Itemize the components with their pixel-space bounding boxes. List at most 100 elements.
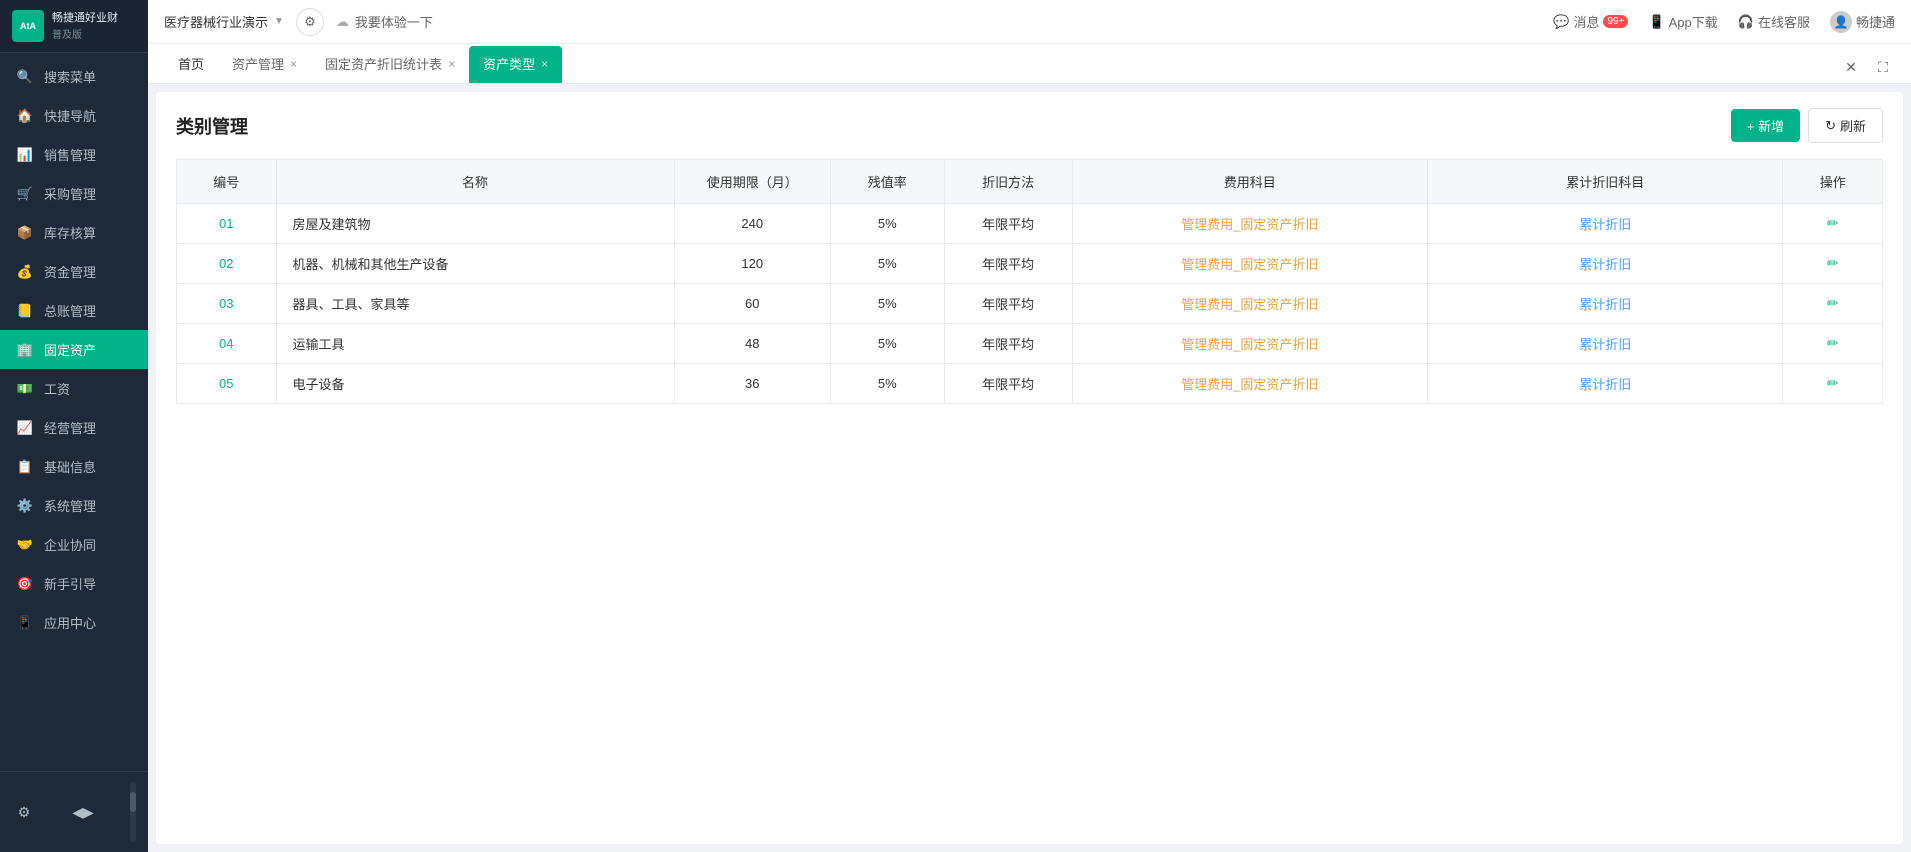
sidebar-icon-quick-nav: 🏠 — [16, 107, 34, 125]
user-btn[interactable]: 👤 畅捷通 — [1830, 11, 1895, 33]
messages-badge: 99+ — [1603, 15, 1628, 28]
sidebar-logo: AtA 畅捷通好业财 普及版 — [0, 0, 148, 53]
sidebar-item-quick-nav[interactable]: 🏠 快捷导航 — [0, 96, 148, 135]
sidebar-icon-search: 🔍 — [16, 68, 34, 86]
logo-version: 普及版 — [52, 26, 118, 41]
sidebar-icon-inventory: 📦 — [16, 224, 34, 242]
new-button[interactable]: + 新增 — [1731, 109, 1800, 142]
col-header-id: 编号 — [177, 160, 277, 204]
cell-method-0: 年限平均 — [944, 204, 1072, 244]
sidebar-item-app-center[interactable]: 📱 应用中心 — [0, 603, 148, 642]
topbar-settings-btn[interactable]: ⚙ — [296, 8, 324, 36]
sidebar-icon-enterprise: 🤝 — [16, 536, 34, 554]
sidebar-label-system: 系统管理 — [44, 496, 96, 515]
cell-residual-1: 5% — [830, 244, 944, 284]
main-content: 医疗器械行业演示 ▼ ⚙ ☁ 我要体验一下 💬 消息 99+ 📱 App下载 — [148, 0, 1911, 852]
table-row: 01 房屋及建筑物 240 5% 年限平均 管理费用_固定资产折旧 累计折旧 ✏ — [177, 204, 1883, 244]
user-label: 畅捷通 — [1856, 12, 1895, 31]
cell-period-3: 48 — [674, 324, 830, 364]
customer-service-btn[interactable]: 🎧 在线客服 — [1738, 12, 1810, 31]
window-maximize-icon[interactable]: ⛶ — [1871, 55, 1895, 79]
page-title: 类别管理 — [176, 113, 248, 139]
tab-depreciation[interactable]: 固定资产折旧统计表 × — [311, 46, 469, 83]
col-header-expense: 费用科目 — [1072, 160, 1427, 204]
cell-depreciation-1: 累计折旧 — [1428, 244, 1783, 284]
sidebar-item-basic-info[interactable]: 📋 基础信息 — [0, 447, 148, 486]
sidebar-item-system[interactable]: ⚙️ 系统管理 — [0, 486, 148, 525]
sidebar-icon-sales: 📊 — [16, 146, 34, 164]
cell-method-4: 年限平均 — [944, 364, 1072, 404]
cell-method-1: 年限平均 — [944, 244, 1072, 284]
sidebar-icon-app-center: 📱 — [16, 614, 34, 632]
cell-action-4: ✏ — [1783, 364, 1883, 404]
sidebar-icon-ledger: 📒 — [16, 302, 34, 320]
sidebar-icon-newbie: 🎯 — [16, 575, 34, 593]
tab-asset-type[interactable]: 资产类型 × — [469, 46, 562, 83]
sidebar-item-operations[interactable]: 📈 经营管理 — [0, 408, 148, 447]
tab-asset-mgmt-label: 资产管理 — [232, 54, 284, 73]
table-row: 03 器具、工具、家具等 60 5% 年限平均 管理费用_固定资产折旧 累计折旧… — [177, 284, 1883, 324]
sidebar-item-newbie[interactable]: 🎯 新手引导 — [0, 564, 148, 603]
cell-residual-4: 5% — [830, 364, 944, 404]
sidebar-item-inventory[interactable]: 📦 库存核算 — [0, 213, 148, 252]
sidebar-item-fixed-asset[interactable]: 🏢 固定资产 — [0, 330, 148, 369]
cell-residual-2: 5% — [830, 284, 944, 324]
col-header-name: 名称 — [276, 160, 674, 204]
sidebar-label-payroll: 工资 — [44, 379, 70, 398]
refresh-button[interactable]: ↻ 刷新 — [1808, 108, 1883, 143]
sidebar-item-enterprise[interactable]: 🤝 企业协同 — [0, 525, 148, 564]
edit-btn-1[interactable]: ✏ — [1827, 255, 1839, 271]
tab-asset-type-close[interactable]: × — [541, 58, 548, 70]
sidebar-label-enterprise: 企业协同 — [44, 535, 96, 554]
window-close-icon[interactable]: ✕ — [1839, 55, 1863, 79]
cell-expense-4: 管理费用_固定资产折旧 — [1072, 364, 1427, 404]
sidebar-item-search[interactable]: 🔍 搜索菜单 — [0, 57, 148, 96]
page-actions: + 新增 ↻ 刷新 — [1731, 108, 1883, 143]
edit-btn-3[interactable]: ✏ — [1827, 335, 1839, 351]
tab-depreciation-close[interactable]: × — [448, 58, 455, 70]
sidebar-label-purchase: 采购管理 — [44, 184, 96, 203]
experience-btn[interactable]: ☁ 我要体验一下 — [336, 12, 433, 31]
messages-btn[interactable]: 💬 消息 99+ — [1553, 12, 1628, 31]
customer-service-icon: 🎧 — [1738, 14, 1754, 30]
messages-label: 消息 — [1573, 12, 1599, 31]
sidebar-nav: 🔍 搜索菜单 🏠 快捷导航 📊 销售管理 🛒 采购管理 📦 库存核算 💰 资金管… — [0, 53, 148, 771]
sidebar-icon-basic-info: 📋 — [16, 458, 34, 476]
sidebar-item-finance[interactable]: 💰 资金管理 — [0, 252, 148, 291]
sidebar-item-ledger[interactable]: 📒 总账管理 — [0, 291, 148, 330]
edit-btn-2[interactable]: ✏ — [1827, 295, 1839, 311]
table-row: 05 电子设备 36 5% 年限平均 管理费用_固定资产折旧 累计折旧 ✏ — [177, 364, 1883, 404]
sidebar-item-sales[interactable]: 📊 销售管理 — [0, 135, 148, 174]
edit-btn-4[interactable]: ✏ — [1827, 375, 1839, 391]
tab-home[interactable]: 首页 — [164, 46, 218, 83]
app-download-label: App下载 — [1669, 12, 1718, 31]
topbar: 医疗器械行业演示 ▼ ⚙ ☁ 我要体验一下 💬 消息 99+ 📱 App下载 — [148, 0, 1911, 44]
tab-asset-mgmt-close[interactable]: × — [290, 58, 297, 70]
cell-method-3: 年限平均 — [944, 324, 1072, 364]
sidebar-item-purchase[interactable]: 🛒 采购管理 — [0, 174, 148, 213]
edit-btn-0[interactable]: ✏ — [1827, 215, 1839, 231]
sidebar-scrollbar — [130, 782, 136, 842]
cell-name-3: 运输工具 — [276, 324, 674, 364]
sidebar-footer: ⚙ ◀▶ — [0, 771, 148, 852]
cell-residual-3: 5% — [830, 324, 944, 364]
customer-service-label: 在线客服 — [1758, 12, 1810, 31]
sidebar-label-inventory: 库存核算 — [44, 223, 96, 242]
sidebar-item-payroll[interactable]: 💵 工资 — [0, 369, 148, 408]
category-table: 编号 名称 使用期限（月） 残值率 折旧方法 费用科目 累计折旧科目 操作 01… — [176, 159, 1883, 404]
cell-depreciation-2: 累计折旧 — [1428, 284, 1783, 324]
logo-icon: AtA — [12, 10, 44, 42]
home-label: 首页 — [178, 54, 204, 73]
table-row: 02 机器、机械和其他生产设备 120 5% 年限平均 管理费用_固定资产折旧 … — [177, 244, 1883, 284]
tab-asset-mgmt[interactable]: 资产管理 × — [218, 46, 311, 83]
col-header-method: 折旧方法 — [944, 160, 1072, 204]
user-avatar-icon: 👤 — [1830, 11, 1852, 33]
company-selector[interactable]: 医疗器械行业演示 ▼ — [164, 12, 284, 31]
sidebar-label-quick-nav: 快捷导航 — [44, 106, 96, 125]
collapse-sidebar-icon[interactable]: ◀▶ — [71, 800, 95, 824]
tabs-bar: 首页 资产管理 × 固定资产折旧统计表 × 资产类型 × ✕ ⛶ — [148, 44, 1911, 84]
cell-id-4: 05 — [177, 364, 277, 404]
sidebar-icon-finance: 💰 — [16, 263, 34, 281]
app-download-btn[interactable]: 📱 App下载 — [1648, 12, 1717, 31]
settings-footer-icon[interactable]: ⚙ — [12, 800, 36, 824]
